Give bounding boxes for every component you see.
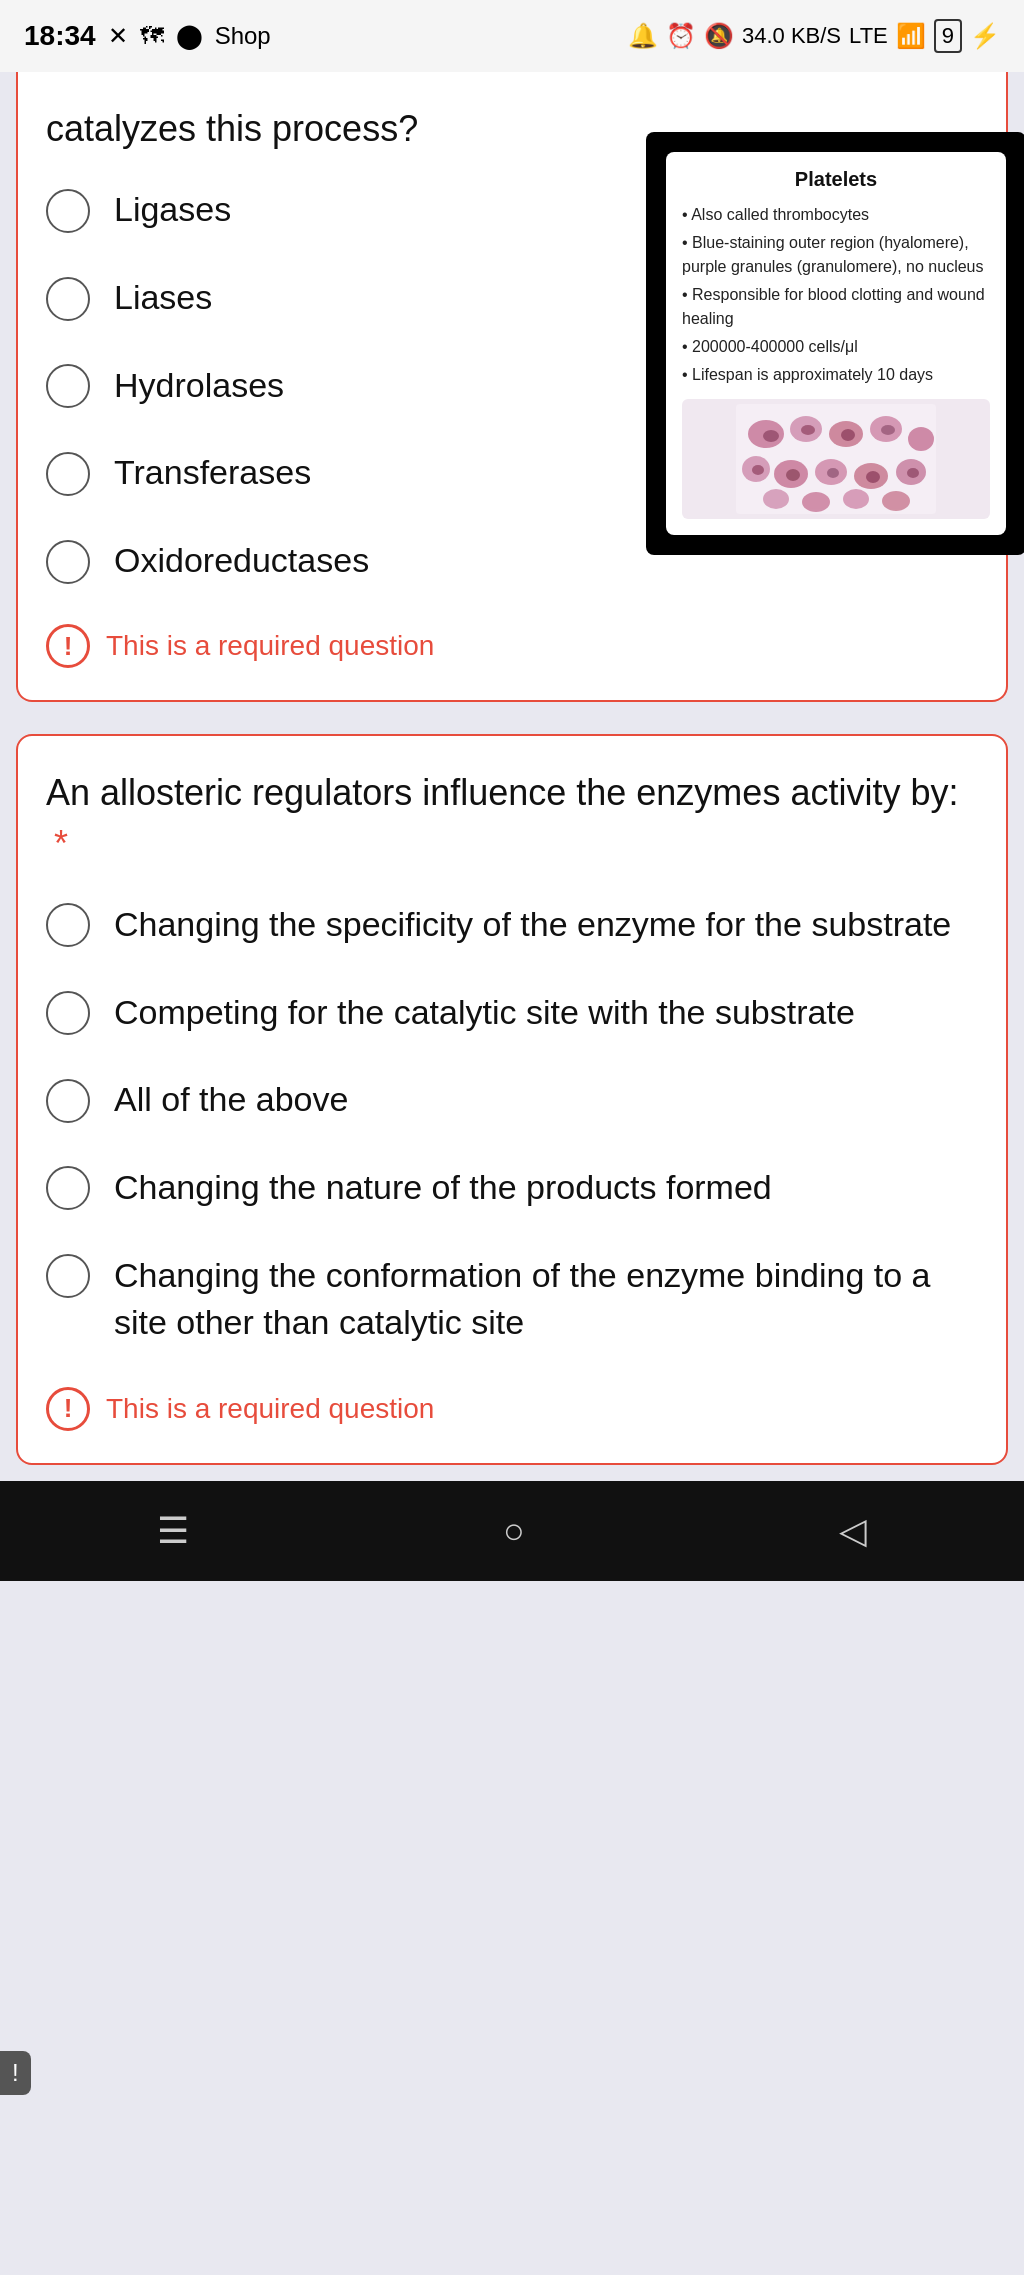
status-icon-x: ✕ [108, 22, 128, 50]
popup-bullet-1: • Also called thrombocytes [682, 203, 990, 227]
data-speed: 34.0 KB/S [742, 23, 841, 49]
radio-oxidoreductases[interactable] [46, 540, 90, 584]
radio-second-1[interactable] [46, 903, 90, 947]
svg-point-20 [763, 489, 789, 509]
popup-bullet-5: • Lifespan is approximately 10 days [682, 363, 990, 387]
nav-home-icon[interactable]: ○ [503, 1510, 525, 1552]
clock-icon: ⏰ [666, 22, 696, 50]
label-oxidoreductases: Oxidoreductases [114, 537, 369, 585]
radio-second-5[interactable] [46, 1254, 90, 1298]
label-ligases: Ligases [114, 186, 231, 234]
status-icon-circle: ⬤ [176, 22, 203, 50]
label-second-1: Changing the specificity of the enzyme f… [114, 901, 951, 949]
error-icon-2: ! [46, 1387, 90, 1431]
second-error-text: This is a required question [106, 1393, 434, 1425]
svg-point-21 [802, 492, 830, 512]
label-liases: Liases [114, 274, 212, 322]
svg-point-2 [763, 430, 779, 442]
nav-menu-icon[interactable]: ☰ [157, 1510, 189, 1552]
second-option-4[interactable]: Changing the nature of the products form… [46, 1164, 978, 1212]
svg-point-17 [866, 471, 880, 483]
svg-point-6 [841, 429, 855, 441]
bell-icon: 🔕 [704, 22, 734, 50]
label-second-5: Changing the conformation of the enzyme … [114, 1252, 978, 1347]
charging-icon: ⚡ [970, 22, 1000, 50]
svg-point-9 [908, 427, 934, 451]
svg-point-4 [801, 425, 815, 435]
status-right: 🔔 ⏰ 🔕 34.0 KB/S LTE 📶 9 ⚡ [628, 19, 1000, 53]
popup-bullet-4: • 200000-400000 cells/μl [682, 335, 990, 359]
required-asterisk: * [54, 823, 68, 864]
label-second-2: Competing for the catalytic site with th… [114, 989, 855, 1037]
status-bar: 18:34 ✕ 🗺 ⬤ Shop 🔔 ⏰ 🔕 34.0 KB/S LTE 📶 9… [0, 0, 1024, 72]
status-time: 18:34 [24, 20, 96, 52]
svg-point-19 [907, 468, 919, 478]
svg-point-13 [786, 469, 800, 481]
first-error-text: This is a required question [106, 630, 434, 662]
label-second-3: All of the above [114, 1076, 348, 1124]
radio-transferases[interactable] [46, 452, 90, 496]
section-gap [0, 718, 1024, 734]
second-option-1[interactable]: Changing the specificity of the enzyme f… [46, 901, 978, 949]
svg-point-15 [827, 468, 839, 478]
second-question-text: An allosteric regulators influence the e… [46, 768, 978, 869]
battery-icon: 9 [934, 19, 962, 53]
status-shop-label: Shop [215, 22, 271, 50]
svg-point-8 [881, 425, 895, 435]
signal-bars: 📶 [896, 22, 926, 50]
svg-point-23 [882, 491, 910, 511]
second-option-2[interactable]: Competing for the catalytic site with th… [46, 989, 978, 1037]
popup-bullet-3: • Responsible for blood clotting and wou… [682, 283, 990, 331]
bottom-navigation: ☰ ○ ◁ [0, 1481, 1024, 1581]
popup-content: Platelets • Also called thrombocytes • B… [666, 152, 1006, 535]
first-question-partial: catalyzes this process? [46, 108, 418, 149]
platelet-image [682, 399, 990, 519]
alarm-icon: 🔔 [628, 22, 658, 50]
second-question-label: An allosteric regulators influence the e… [46, 772, 958, 813]
radio-second-3[interactable] [46, 1079, 90, 1123]
label-second-4: Changing the nature of the products form… [114, 1164, 772, 1212]
second-card-error: ! This is a required question [46, 1387, 978, 1431]
radio-liases[interactable] [46, 277, 90, 321]
radio-second-4[interactable] [46, 1166, 90, 1210]
platelets-popup: Platelets • Also called thrombocytes • B… [646, 132, 1024, 555]
radio-second-2[interactable] [46, 991, 90, 1035]
status-icon-map: 🗺 [140, 22, 164, 50]
network-type: LTE [849, 23, 888, 49]
radio-hydrolases[interactable] [46, 364, 90, 408]
side-button[interactable]: ! [0, 2051, 31, 2095]
first-card-error: ! This is a required question [46, 624, 978, 668]
label-hydrolases: Hydrolases [114, 362, 284, 410]
second-question-card: An allosteric regulators influence the e… [16, 734, 1008, 1464]
error-icon-1: ! [46, 624, 90, 668]
popup-title: Platelets [682, 168, 990, 191]
first-question-card: Platelets • Also called thrombocytes • B… [16, 72, 1008, 702]
popup-bullet-2: • Blue-staining outer region (hyalomere)… [682, 231, 990, 279]
nav-back-icon[interactable]: ◁ [839, 1510, 867, 1552]
svg-point-11 [752, 465, 764, 475]
second-option-5[interactable]: Changing the conformation of the enzyme … [46, 1252, 978, 1347]
second-option-3[interactable]: All of the above [46, 1076, 978, 1124]
side-button-label: ! [12, 2059, 19, 2086]
status-left: 18:34 ✕ 🗺 ⬤ Shop [24, 20, 271, 52]
label-transferases: Transferases [114, 449, 311, 497]
radio-ligases[interactable] [46, 189, 90, 233]
svg-point-22 [843, 489, 869, 509]
